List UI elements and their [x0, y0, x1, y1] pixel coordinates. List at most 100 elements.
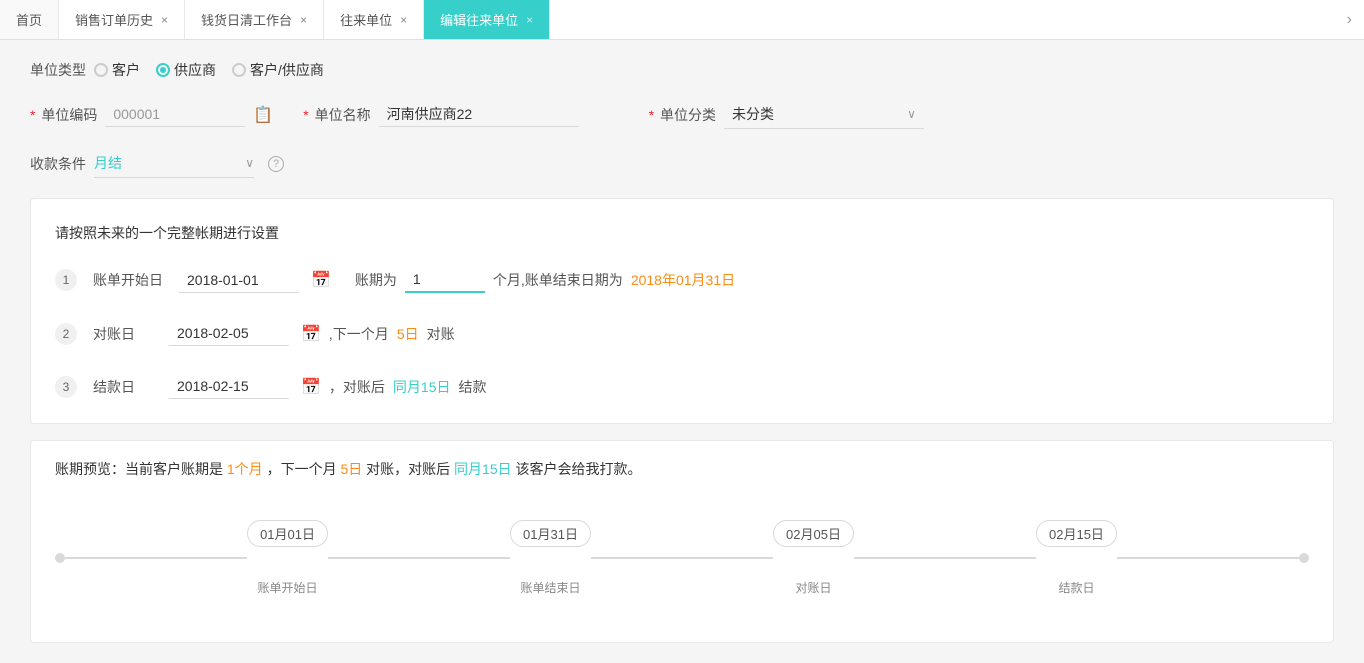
radio-customer-label: 客户	[112, 60, 140, 80]
row-number-3: 3	[55, 376, 77, 398]
row-input-wrapper-2: 📅 ,下一个月 5日 对账	[169, 321, 455, 346]
unit-code-input[interactable]	[105, 102, 245, 127]
unit-code-star: *	[30, 107, 35, 123]
payment-select[interactable]: 月结 ∨	[94, 149, 254, 178]
reconcile-date-calendar-icon[interactable]: 📅	[301, 324, 321, 344]
unit-category-chevron-icon: ∨	[907, 107, 916, 121]
payment-row: 收款条件 月结 ∨ ?	[30, 149, 1334, 178]
tab-close-partners[interactable]: ×	[400, 13, 407, 27]
timeline-sub-2: 账单结束日	[521, 579, 581, 596]
unit-name-label: * 单位名称	[303, 105, 370, 125]
preview-suffix: 该客户会给我打款。	[516, 461, 642, 477]
timeline-spacer-2	[328, 557, 510, 559]
timeline-start-dot	[55, 553, 65, 563]
payment-group: 收款条件 月结 ∨ ?	[30, 149, 284, 178]
payment-value: 月结	[94, 153, 241, 173]
payment-date-calendar-icon[interactable]: 📅	[301, 377, 321, 397]
tab-close-edit-partner[interactable]: ×	[526, 13, 533, 27]
code-name-category-row: * 单位编码 📋 * 单位名称 * 单位分类 未分类 ∨	[30, 100, 1334, 129]
row-label-2: 对账日	[93, 324, 153, 344]
card-title: 请按照未来的一个完整帐期进行设置	[55, 223, 1309, 243]
row-number-1: 1	[55, 269, 77, 291]
main-content: 单位类型 客户 供应商 客户/供应商 * 单位编码	[0, 40, 1364, 663]
reconcile-date-input[interactable]	[169, 321, 289, 346]
tabs-more-button[interactable]: ›	[1335, 11, 1364, 29]
card-row-3: 3 结款日 📅 ，对账后 同月15日 结款	[55, 374, 1309, 399]
period-suffix-label: 个月,账单结束日期为	[493, 270, 623, 290]
radio-supplier-circle	[156, 63, 170, 77]
tab-sales-history[interactable]: 销售订单历史 ×	[59, 0, 185, 39]
timeline-spacer-3	[591, 557, 773, 559]
payment-label: 收款条件	[30, 154, 86, 174]
payment-chevron-icon: ∨	[245, 156, 254, 170]
start-date-calendar-icon[interactable]: 📅	[311, 270, 331, 290]
radio-supplier[interactable]: 供应商	[156, 60, 216, 80]
preview-middle-1: ，下一个月	[267, 461, 337, 477]
timeline-point-3: 02月05日 对账日	[773, 520, 854, 596]
timeline-point-4: 02月15日 结款日	[1036, 520, 1117, 596]
payment-day-highlight: 同月15日	[393, 377, 451, 397]
start-date-input[interactable]	[179, 268, 299, 293]
payment-prefix: ，对账后	[329, 377, 385, 397]
unit-code-label: * 单位编码	[30, 105, 97, 125]
preview-middle-2: 对账，对账后	[366, 461, 450, 477]
end-date-highlight: 2018年01月31日	[631, 270, 735, 290]
row-label-1: 账单开始日	[93, 270, 163, 290]
timeline: 01月01日 账单开始日 01月31日 账单结束日 02月05日 对账日 02月…	[55, 510, 1309, 626]
reconcile-suffix: 对账	[427, 324, 455, 344]
unit-name-group: * 单位名称	[303, 102, 578, 127]
row-input-wrapper-1: 📅 账期为 个月,账单结束日期为 2018年01月31日	[179, 267, 735, 293]
radio-both-circle	[232, 63, 246, 77]
tab-cash-work[interactable]: 钱货日清工作台 ×	[185, 0, 324, 39]
timeline-point-1: 01月01日 账单开始日	[247, 520, 328, 596]
timeline-pill-1: 01月01日	[247, 520, 328, 547]
timeline-sub-1: 账单开始日	[258, 579, 318, 596]
payment-date-input[interactable]	[169, 374, 289, 399]
unit-type-row: 单位类型 客户 供应商 客户/供应商	[30, 60, 1334, 80]
radio-supplier-label: 供应商	[174, 60, 216, 80]
preview-text: 账期预览：当前客户账期是 1个月 ，下一个月 5日 对账，对账后 同月15日 该…	[55, 457, 1309, 482]
unit-type-label: 单位类型	[30, 60, 86, 80]
payment-help-icon[interactable]: ?	[268, 156, 284, 172]
tab-partners[interactable]: 往来单位 ×	[324, 0, 424, 39]
preview-highlight-3: 同月15日	[454, 461, 512, 477]
unit-category-select[interactable]: 未分类 ∨	[724, 100, 924, 129]
reconcile-prefix: ,下一个月	[329, 324, 389, 344]
radio-both-label: 客户/供应商	[250, 60, 324, 80]
radio-group-unit-type: 客户 供应商 客户/供应商	[94, 60, 324, 80]
preview-section: 账期预览：当前客户账期是 1个月 ，下一个月 5日 对账，对账后 同月15日 该…	[30, 440, 1334, 643]
radio-customer[interactable]: 客户	[94, 60, 140, 80]
unit-category-star: *	[649, 107, 654, 123]
timeline-end-dot	[1299, 553, 1309, 563]
row-input-wrapper-3: 📅 ，对账后 同月15日 结款	[169, 374, 487, 399]
timeline-spacer-1	[65, 557, 247, 559]
timeline-pill-4: 02月15日	[1036, 520, 1117, 547]
period-input[interactable]	[405, 267, 485, 293]
unit-category-group: * 单位分类 未分类 ∨	[649, 100, 924, 129]
unit-name-star: *	[303, 107, 308, 123]
radio-customer-circle	[94, 63, 108, 77]
timeline-sub-4: 结款日	[1058, 579, 1094, 596]
unit-category-label: * 单位分类	[649, 105, 716, 125]
preview-highlight-1: 1个月	[227, 461, 263, 477]
row-label-3: 结款日	[93, 377, 153, 397]
period-prefix-label: 账期为	[355, 270, 397, 290]
tab-close-sales-history[interactable]: ×	[161, 13, 168, 27]
radio-both[interactable]: 客户/供应商	[232, 60, 324, 80]
tab-home[interactable]: 首页	[0, 0, 59, 39]
timeline-pill-3: 02月05日	[773, 520, 854, 547]
tab-close-cash-work[interactable]: ×	[300, 13, 307, 27]
unit-category-value: 未分类	[732, 104, 903, 124]
tab-edit-partner[interactable]: 编辑往来单位 ×	[424, 0, 550, 39]
copy-icon[interactable]: 📋	[253, 105, 273, 125]
timeline-spacer-5	[1117, 557, 1299, 559]
timeline-sub-3: 对账日	[795, 579, 831, 596]
settings-card: 请按照未来的一个完整帐期进行设置 1 账单开始日 📅 账期为 个月,账单结束日期…	[30, 198, 1334, 424]
preview-highlight-2: 5日	[340, 461, 362, 477]
unit-name-input[interactable]	[379, 102, 579, 127]
tabs-bar: 首页 销售订单历史 × 钱货日清工作台 × 往来单位 × 编辑往来单位 × ›	[0, 0, 1364, 40]
timeline-pill-2: 01月31日	[510, 520, 591, 547]
row-number-2: 2	[55, 323, 77, 345]
unit-type-group: 单位类型 客户 供应商 客户/供应商	[30, 60, 324, 80]
card-row-2: 2 对账日 📅 ,下一个月 5日 对账	[55, 321, 1309, 346]
